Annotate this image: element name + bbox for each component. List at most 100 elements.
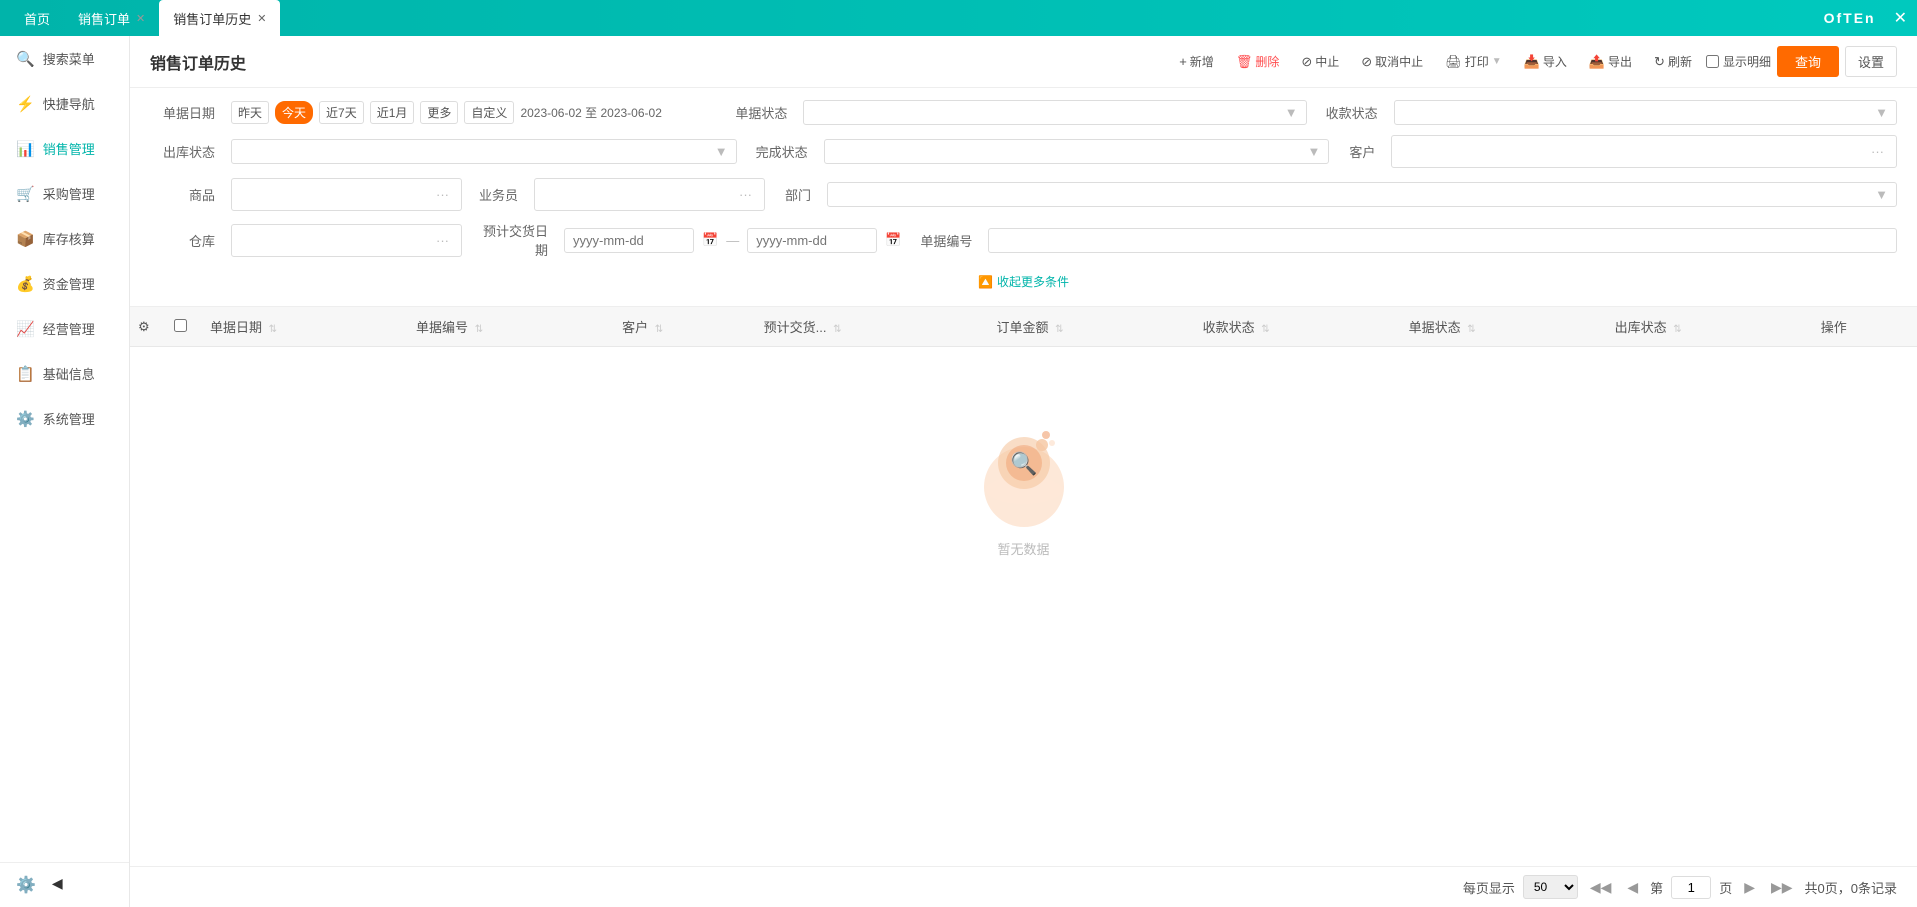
table-area: ⚙ 单据日期 ⇅ 单据编号 ⇅ 客户 ⇅ [130, 307, 1917, 866]
import-icon: 📥 [1524, 54, 1540, 70]
refresh-button[interactable]: ↻ 刷新 [1646, 49, 1700, 74]
prev-page-btn[interactable]: ◀ [1623, 877, 1642, 898]
sort-date-icon: ⇅ [269, 324, 277, 335]
sidebar-item-basic-info[interactable]: 📋 基础信息 [0, 351, 129, 396]
payment-status-select[interactable]: ▼ [1394, 100, 1897, 125]
date-1month[interactable]: 近1月 [370, 101, 415, 124]
tab-sales-order[interactable]: 销售订单 ✕ [64, 0, 159, 36]
payment-status-label: 收款状态 [1323, 103, 1378, 122]
system-mgmt-icon: ⚙️ [16, 410, 35, 428]
goods-dots-icon[interactable]: ··· [432, 187, 453, 202]
goods-input[interactable] [240, 183, 432, 206]
page-input[interactable] [1671, 876, 1711, 899]
delivery-date-to[interactable] [747, 228, 877, 253]
sidebar-item-search-menu[interactable]: 🔍 搜索菜单 [0, 36, 129, 81]
warehouse-input-group: ··· [231, 224, 462, 257]
display-toggle-checkbox[interactable] [1706, 55, 1719, 68]
table-header-row: ⚙ 单据日期 ⇅ 单据编号 ⇅ 客户 ⇅ [130, 307, 1917, 347]
print-icon: 🖨 [1445, 54, 1462, 70]
inventory-icon: 📦 [16, 230, 35, 248]
export-button[interactable]: 📤 导出 [1581, 49, 1640, 74]
customer-input-group: ··· [1391, 135, 1897, 168]
sort-payment-icon: ⇅ [1261, 324, 1269, 335]
col-expected-delivery[interactable]: 预计交货... ⇅ [756, 307, 989, 347]
sidebar-item-inventory-accounting[interactable]: 📦 库存核算 [0, 216, 129, 261]
purchase-mgmt-icon: 🛒 [16, 185, 35, 203]
calendar-to-icon[interactable]: 📅 [885, 232, 901, 248]
col-amount[interactable]: 订单金额 ⇅ [989, 307, 1195, 347]
sort-shipment-icon: ⇅ [1673, 324, 1681, 335]
date-7days[interactable]: 近7天 [319, 101, 364, 124]
department-label: 部门 [781, 185, 811, 204]
date-separator: — [726, 233, 739, 248]
col-order-status[interactable]: 单据状态 ⇅ [1401, 307, 1607, 347]
import-button[interactable]: 📥 导入 [1516, 49, 1575, 74]
page-title: 销售订单历史 [150, 50, 246, 74]
delete-button[interactable]: 🗑 删除 [1228, 49, 1288, 74]
top-bar-right: OfTEn ✕ [1824, 8, 1907, 28]
col-date[interactable]: 单据日期 ⇅ [202, 307, 408, 347]
completion-status-select[interactable]: ▼ [824, 139, 1330, 164]
tab-sales-order-close[interactable]: ✕ [136, 12, 145, 25]
data-table: ⚙ 单据日期 ⇅ 单据编号 ⇅ 客户 ⇅ [130, 307, 1917, 638]
date-group: 昨天 今天 近7天 近1月 更多 自定义 2023-06-02 至 2023-0… [231, 101, 716, 124]
print-button[interactable]: 🖨 打印 ▼ [1437, 49, 1509, 74]
collapse-up-icon: 🔼 [978, 275, 993, 289]
delivery-date-from[interactable] [564, 228, 694, 253]
last-page-btn[interactable]: ▶▶ [1767, 877, 1797, 898]
sidebar: 🔍 搜索菜单 ⚡ 快捷导航 📊 销售管理 🛒 采购管理 📦 库存核算 💰 资金管… [0, 36, 130, 907]
sort-amount-icon: ⇅ [1055, 324, 1063, 335]
calendar-from-icon[interactable]: 📅 [702, 232, 718, 248]
tab-sales-order-history[interactable]: 销售订单历史 ✕ [159, 0, 280, 36]
completion-status-label: 完成状态 [753, 142, 808, 161]
shipment-status-label: 出库状态 [150, 142, 215, 161]
select-all-checkbox[interactable] [174, 319, 187, 332]
table-settings-col[interactable]: ⚙ [130, 307, 166, 347]
setting-button[interactable]: 设置 [1845, 46, 1897, 77]
tab-home[interactable]: 首页 [10, 0, 64, 36]
new-button[interactable]: + 新增 [1171, 49, 1222, 74]
first-page-btn[interactable]: ◀◀ [1586, 877, 1616, 898]
col-payment-status[interactable]: 收款状态 ⇅ [1195, 307, 1401, 347]
date-more[interactable]: 更多 [420, 101, 458, 124]
col-shipment-status[interactable]: 出库状态 ⇅ [1607, 307, 1813, 347]
main-layout: 🔍 搜索菜单 ⚡ 快捷导航 📊 销售管理 🛒 采购管理 📦 库存核算 💰 资金管… [0, 36, 1917, 907]
next-page-btn[interactable]: ▶ [1740, 877, 1759, 898]
suspend-button[interactable]: ⊘ 中止 [1293, 49, 1347, 74]
warehouse-dots-icon[interactable]: ··· [432, 233, 453, 248]
tab-history-close[interactable]: ✕ [257, 12, 266, 25]
warehouse-input[interactable] [240, 229, 432, 252]
date-today[interactable]: 今天 [275, 101, 313, 124]
sidebar-item-operations-mgmt[interactable]: 📈 经营管理 [0, 306, 129, 351]
customer-dots-icon[interactable]: ··· [1867, 144, 1888, 159]
salesperson-dots-icon[interactable]: ··· [735, 187, 756, 202]
sidebar-item-sales-mgmt[interactable]: 📊 销售管理 [0, 126, 129, 171]
table-checkbox-col[interactable] [166, 307, 202, 347]
order-number-input[interactable] [988, 228, 1897, 253]
collapse-button[interactable]: 🔼 收起更多条件 [150, 269, 1897, 294]
filter-row-4: 仓库 ··· 预计交货日期 📅 — 📅 单据编号 [150, 221, 1897, 259]
payment-status-arrow-icon: ▼ [1875, 105, 1888, 120]
date-yesterday[interactable]: 昨天 [231, 101, 269, 124]
window-close-btn[interactable]: ✕ [1894, 8, 1907, 28]
order-status-select[interactable]: ▼ [803, 100, 1306, 125]
cancel-suspend-button[interactable]: ⊘ 取消中止 [1353, 49, 1431, 74]
department-arrow-icon: ▼ [1875, 187, 1888, 202]
col-number[interactable]: 单据编号 ⇅ [408, 307, 614, 347]
customer-input[interactable] [1400, 140, 1867, 163]
sidebar-settings-icon[interactable]: ⚙️ [16, 875, 36, 895]
salesperson-input[interactable] [543, 183, 735, 206]
top-bar: 首页 销售订单 ✕ 销售订单历史 ✕ OfTEn ✕ [0, 0, 1917, 36]
page-size-select[interactable]: 50 20 100 [1523, 875, 1578, 899]
sidebar-collapse-icon[interactable]: ◀ [52, 875, 63, 895]
sidebar-item-purchase-mgmt[interactable]: 🛒 采购管理 [0, 171, 129, 216]
sidebar-item-capital-mgmt[interactable]: 💰 资金管理 [0, 261, 129, 306]
sidebar-item-system-mgmt[interactable]: ⚙️ 系统管理 [0, 396, 129, 441]
salesperson-input-group: ··· [534, 178, 765, 211]
sidebar-item-quick-nav[interactable]: ⚡ 快捷导航 [0, 81, 129, 126]
department-select[interactable]: ▼ [827, 182, 1897, 207]
query-button[interactable]: 查询 [1777, 46, 1839, 77]
date-custom[interactable]: 自定义 [464, 101, 514, 124]
col-customer[interactable]: 客户 ⇅ [614, 307, 756, 347]
shipment-status-select[interactable]: ▼ [231, 139, 737, 164]
